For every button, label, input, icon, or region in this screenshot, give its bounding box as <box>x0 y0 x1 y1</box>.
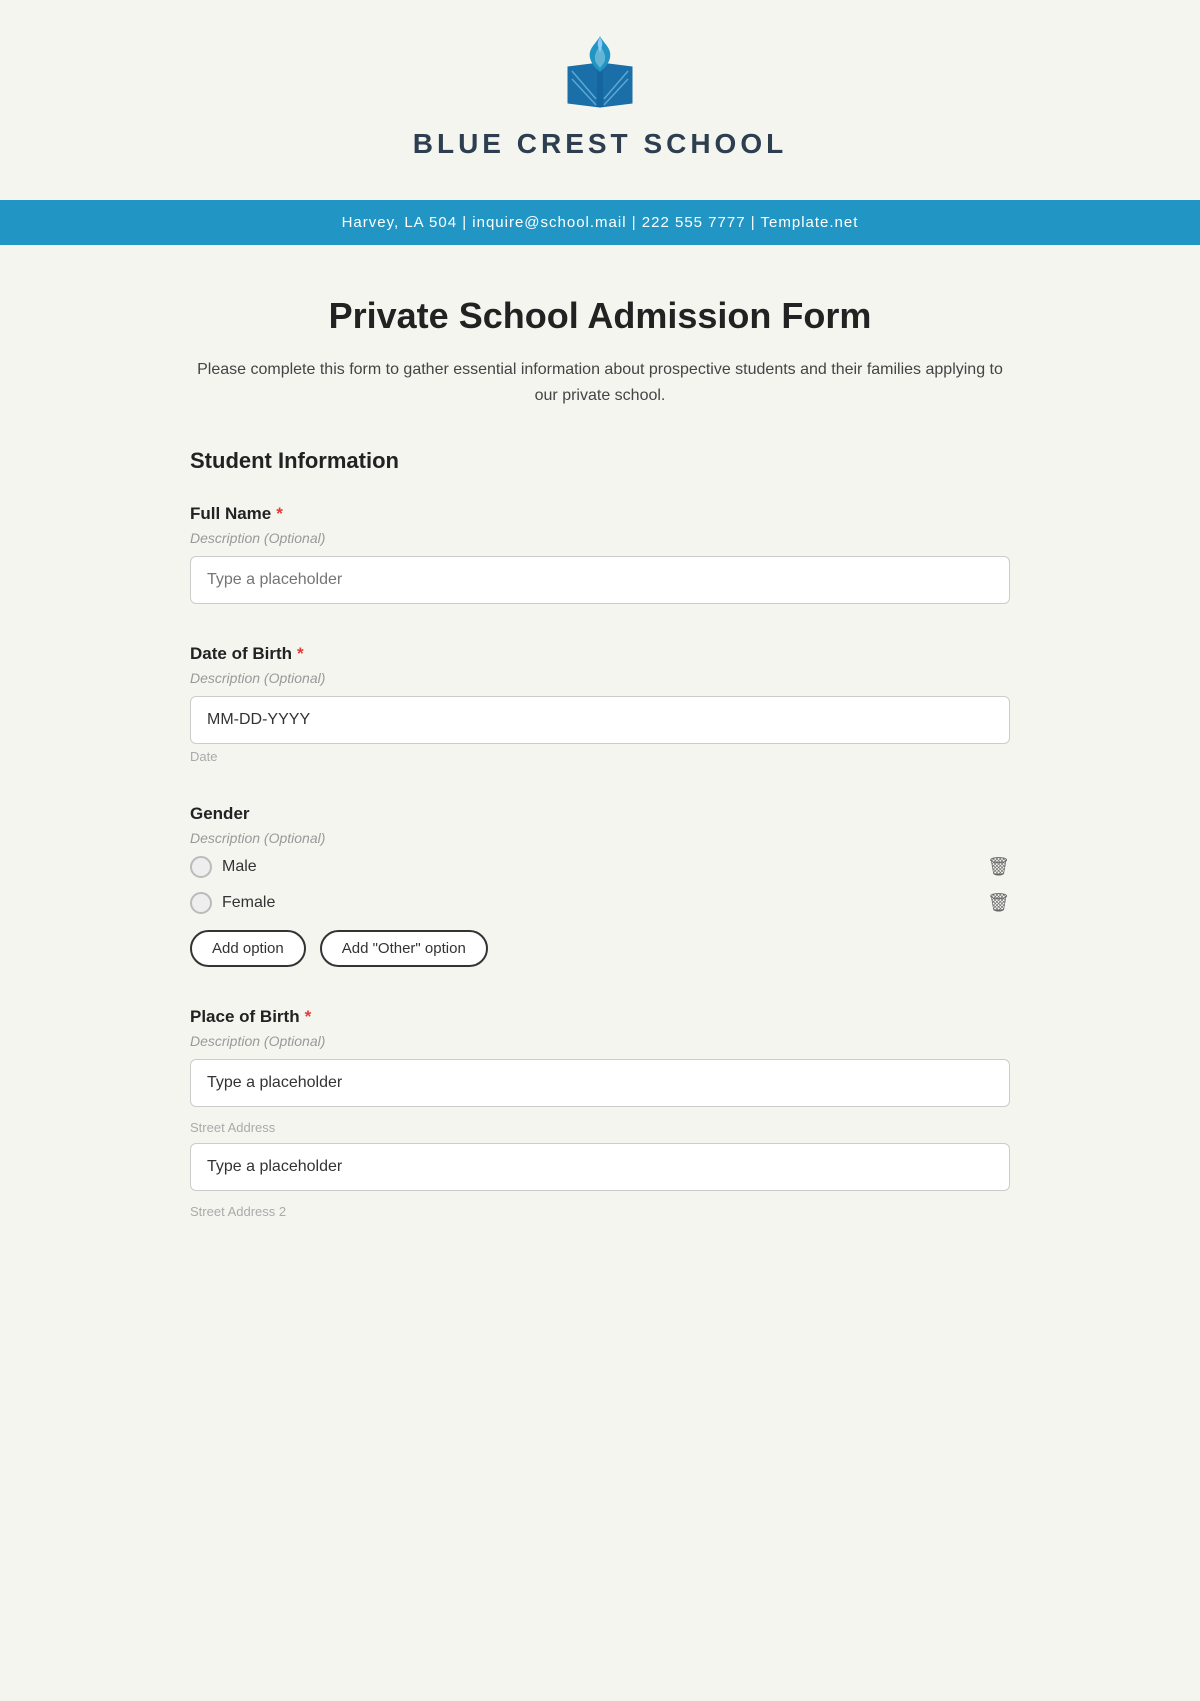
form-description: Please complete this form to gather esse… <box>190 357 1010 408</box>
dob-input[interactable] <box>190 696 1010 744</box>
gender-female-delete-icon[interactable]: 🗑 <box>987 893 1010 914</box>
add-option-button[interactable]: Add option <box>190 930 306 967</box>
page-header: BLUE CREST SCHOOL <box>0 0 1200 180</box>
street-address-2-input[interactable] <box>190 1143 1010 1191</box>
gender-label: Gender <box>190 804 1010 824</box>
school-name-text: BLUE CREST SCHOOL <box>413 128 787 160</box>
place-of-birth-required: * <box>305 1007 312 1027</box>
gender-male-delete-icon[interactable]: 🗑 <box>987 857 1010 878</box>
gender-male-option: Male 🗑 <box>190 856 1010 878</box>
add-other-option-button[interactable]: Add "Other" option <box>320 930 488 967</box>
gender-field: Gender Description (Optional) Male 🗑 Fem… <box>190 804 1010 967</box>
logo-container: BLUE CREST SCHOOL <box>413 30 787 160</box>
full-name-description: Description (Optional) <box>190 530 1010 546</box>
street-address-2-hint: Street Address 2 <box>190 1204 1010 1219</box>
place-of-birth-label: Place of Birth * <box>190 1007 1010 1027</box>
full-name-field: Full Name * Description (Optional) <box>190 504 1010 604</box>
place-of-birth-description: Description (Optional) <box>190 1033 1010 1049</box>
contact-info: Harvey, LA 504 | inquire@school.mail | 2… <box>342 214 859 231</box>
school-logo <box>555 30 645 120</box>
gender-male-radio[interactable] <box>190 856 212 878</box>
dob-description: Description (Optional) <box>190 670 1010 686</box>
main-content: Private School Admission Form Please com… <box>150 245 1050 1309</box>
dob-hint: Date <box>190 749 1010 764</box>
info-bar: Harvey, LA 504 | inquire@school.mail | 2… <box>0 200 1200 245</box>
gender-female-radio[interactable] <box>190 892 212 914</box>
full-name-input[interactable] <box>190 556 1010 604</box>
gender-female-option: Female 🗑 <box>190 892 1010 914</box>
street-address-1-hint: Street Address <box>190 1120 1010 1135</box>
gender-description: Description (Optional) <box>190 830 1010 846</box>
dob-required: * <box>297 644 304 664</box>
gender-male-label: Male <box>222 858 257 876</box>
section-student-title: Student Information <box>190 448 1010 474</box>
full-name-required: * <box>276 504 283 524</box>
add-option-row: Add option Add "Other" option <box>190 930 1010 967</box>
street-address-1-input[interactable] <box>190 1059 1010 1107</box>
dob-field: Date of Birth * Description (Optional) D… <box>190 644 1010 764</box>
gender-female-label: Female <box>222 894 275 912</box>
dob-label: Date of Birth * <box>190 644 1010 664</box>
full-name-label: Full Name * <box>190 504 1010 524</box>
form-title: Private School Admission Form <box>190 295 1010 337</box>
place-of-birth-field: Place of Birth * Description (Optional) … <box>190 1007 1010 1219</box>
address-fields: Street Address Street Address 2 <box>190 1059 1010 1219</box>
